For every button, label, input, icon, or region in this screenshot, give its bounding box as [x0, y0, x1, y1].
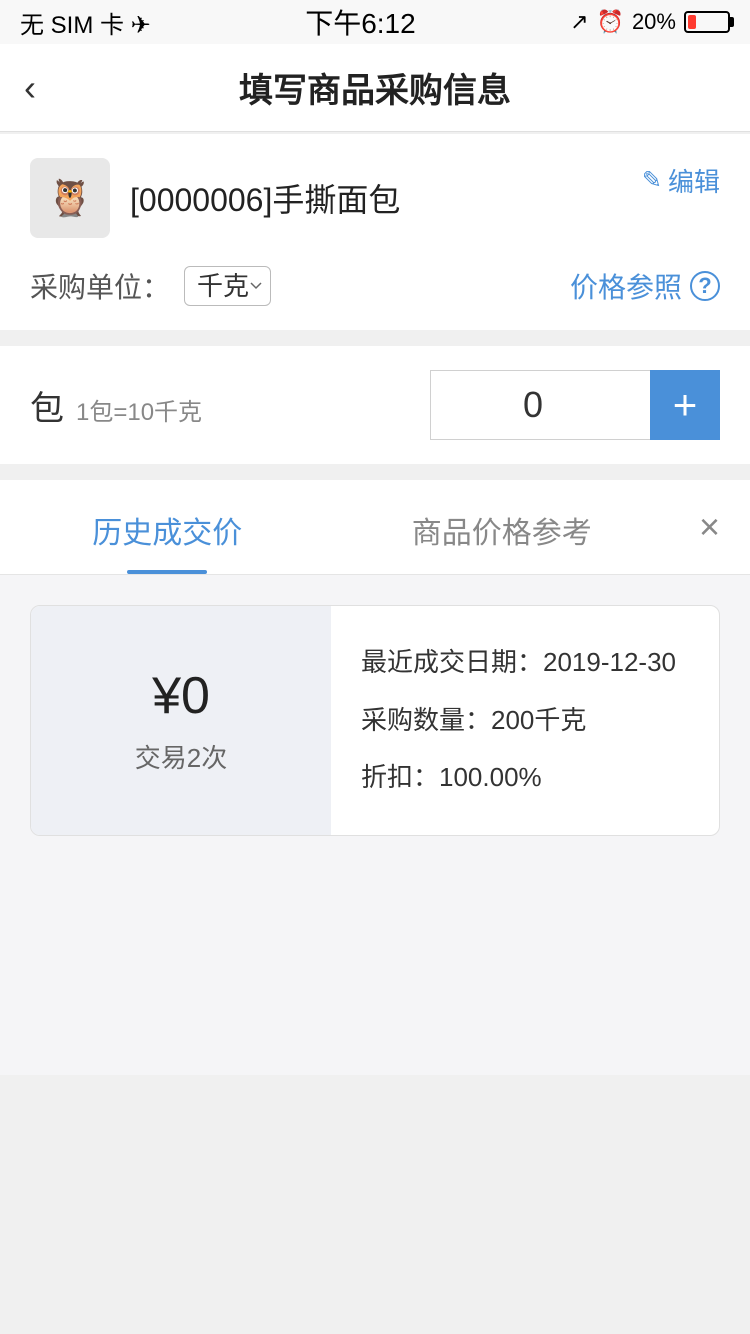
- price-card: ¥0 交易2次 最近成交日期：2019-12-30 采购数量：200千克 折扣：…: [30, 605, 720, 836]
- page-title: 填写商品采购信息: [239, 63, 511, 112]
- price-currency-symbol: ¥: [152, 667, 181, 725]
- edit-icon: ✎: [642, 166, 662, 195]
- nav-bar: ‹ 填写商品采购信息: [0, 44, 750, 132]
- product-thumbnail: 🦉: [30, 158, 110, 238]
- price-card-right: 最近成交日期：2019-12-30 采购数量：200千克 折扣：100.00%: [331, 606, 719, 835]
- product-thumb-icon: 🦉: [48, 177, 93, 219]
- quantity-controls: +: [430, 370, 720, 440]
- quantity-label-text: 采购数量：: [361, 705, 491, 735]
- product-bottom: 采购单位： 千克 克 斤 包 价格参照 ?: [30, 266, 720, 306]
- help-icon: ?: [690, 271, 720, 301]
- tab-price-reference-label: 商品价格参考: [412, 517, 592, 550]
- price-ref-label: 价格参照: [570, 266, 682, 306]
- tab-price-reference[interactable]: 商品价格参考: [334, 480, 668, 574]
- battery-percent: 20%: [632, 9, 676, 35]
- section-divider: [0, 330, 750, 346]
- status-left: 无 SIM 卡 ✈: [20, 5, 151, 40]
- quantity-input[interactable]: [430, 370, 650, 440]
- sim-signal-label: 无 SIM 卡 ✈: [20, 5, 151, 40]
- price-value: ¥0: [152, 666, 210, 726]
- tab-close-button[interactable]: ×: [669, 486, 750, 568]
- tab-history-price-label: 历史成交价: [92, 517, 242, 550]
- discount-value: 100.00%: [439, 762, 542, 792]
- price-card-left: ¥0 交易2次: [31, 606, 331, 835]
- discount-label: 折扣：: [361, 762, 439, 792]
- date-label: 最近成交日期：: [361, 647, 543, 677]
- product-name: [0000006]手撕面包: [130, 175, 400, 221]
- back-button[interactable]: ‹: [24, 67, 36, 109]
- status-right: ↗ ⏰ 20%: [570, 9, 730, 35]
- unit-select[interactable]: 千克 克 斤 包: [184, 266, 271, 306]
- quantity-plus-button[interactable]: +: [650, 370, 720, 440]
- battery-indicator: [684, 11, 730, 33]
- price-trades: 交易2次: [135, 738, 227, 775]
- unit-row: 采购单位： 千克 克 斤 包: [30, 266, 271, 306]
- edit-button[interactable]: ✎ 编辑: [642, 162, 720, 199]
- status-bar: 无 SIM 卡 ✈ 下午6:12 ↗ ⏰ 20%: [0, 0, 750, 44]
- product-left: 🦉 [0000006]手撕面包: [30, 158, 400, 238]
- tabs-row: 历史成交价 商品价格参考 ×: [0, 480, 750, 574]
- location-icon: ↗: [570, 9, 588, 35]
- product-top: 🦉 [0000006]手撕面包 ✎ 编辑: [30, 158, 720, 238]
- date-value: 2019-12-30: [543, 647, 676, 677]
- price-detail-quantity: 采购数量：200千克: [361, 700, 689, 742]
- tab-history-price[interactable]: 历史成交价: [0, 480, 334, 574]
- tabs-section: 历史成交价 商品价格参考 ×: [0, 480, 750, 575]
- price-detail-discount: 折扣：100.00%: [361, 757, 689, 799]
- unit-label: 采购单位：: [30, 266, 170, 306]
- quantity-label: 包 1包=10千克: [30, 381, 202, 430]
- alarm-icon: ⏰: [597, 9, 624, 35]
- price-amount: 0: [181, 667, 210, 725]
- product-section: 🦉 [0000006]手撕面包 ✎ 编辑 采购单位： 千克 克 斤 包 价格参照…: [0, 134, 750, 330]
- price-detail-date: 最近成交日期：2019-12-30: [361, 642, 689, 684]
- content-area: ¥0 交易2次 最近成交日期：2019-12-30 采购数量：200千克 折扣：…: [0, 575, 750, 1075]
- battery-fill: [688, 15, 696, 29]
- quantity-value: 200千克: [491, 705, 586, 735]
- quantity-unit-small: 1包=10千克: [76, 392, 202, 427]
- price-ref-button[interactable]: 价格参照 ?: [570, 266, 720, 306]
- edit-label: 编辑: [668, 162, 720, 199]
- quantity-unit-big: 包: [30, 381, 64, 430]
- quantity-section: 包 1包=10千克 +: [0, 346, 750, 464]
- status-time: 下午6:12: [305, 2, 416, 42]
